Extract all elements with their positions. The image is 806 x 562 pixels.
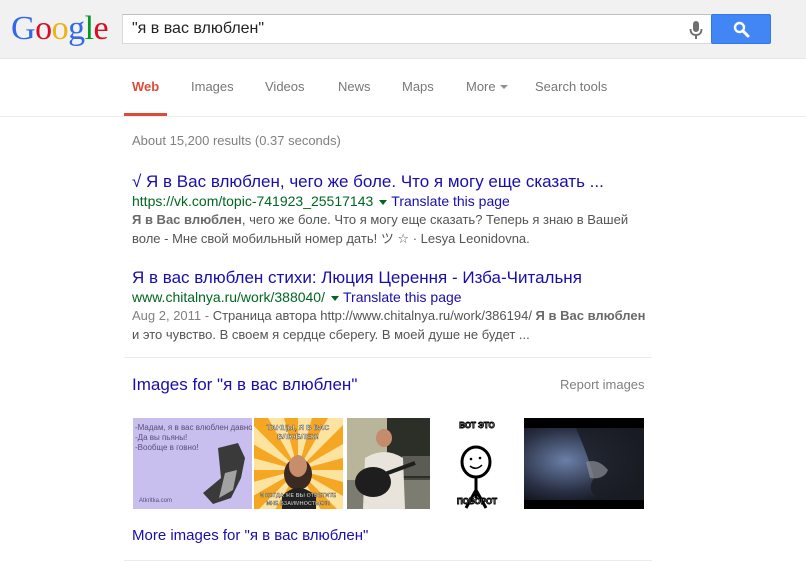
thumb-text: -Да вы пьяны!: [135, 433, 187, 442]
search-result: √ Я в Вас влюблен, чего же боле. Что я м…: [132, 172, 652, 248]
search-button[interactable]: [711, 14, 771, 44]
microphone-icon[interactable]: [689, 20, 703, 40]
result-date: Aug 2, 2011 -: [132, 308, 213, 323]
image-thumbnail[interactable]: -Мадам, я в вас влюблен давно -Да вы пья…: [133, 418, 252, 509]
logo-letter: G: [11, 10, 36, 47]
logo-letter: l: [84, 10, 94, 47]
svg-text:ВЛЮБЛЕН!: ВЛЮБЛЕН!: [277, 432, 319, 441]
logo-letter: e: [93, 10, 109, 47]
header-bar: Google: [0, 0, 806, 59]
divider: [124, 560, 652, 561]
image-thumbnail[interactable]: [347, 418, 430, 509]
snippet-text: и это чувство. В своем я сердце сберегу.…: [132, 327, 530, 342]
tab-videos[interactable]: Videos: [265, 79, 305, 94]
tab-news[interactable]: News: [338, 79, 371, 94]
result-url-line: https://vk.com/topic-741923_25517143 Tran…: [132, 192, 652, 210]
tab-images[interactable]: Images: [191, 79, 234, 94]
translate-link[interactable]: Translate this page: [343, 289, 462, 305]
result-url: https://vk.com/topic-741923_25517143: [132, 193, 374, 209]
tab-more[interactable]: More: [466, 79, 508, 94]
google-logo[interactable]: Google: [11, 10, 109, 47]
search-result: Я в вас влюблен стихи: Люция Церення - И…: [132, 268, 652, 344]
thumb-text: -Мадам, я в вас влюблен давно: [135, 423, 252, 432]
translate-link[interactable]: Translate this page: [391, 193, 510, 209]
url-options-caret-icon[interactable]: [331, 295, 339, 301]
active-tab-indicator: [124, 113, 167, 116]
divider: [124, 357, 652, 358]
result-stats: About 15,200 results (0.37 seconds): [132, 133, 341, 148]
tab-search-tools[interactable]: Search tools: [535, 79, 607, 94]
report-images-link[interactable]: Report images: [560, 377, 645, 392]
thumb-footer: Atkritka.com: [139, 498, 172, 504]
result-title-link[interactable]: Я в вас влюблен стихи: Люция Церення - И…: [132, 268, 652, 288]
thumb-text: ПОВОРОТ: [457, 497, 497, 506]
logo-letter: o: [51, 10, 69, 47]
search-icon: [733, 21, 750, 38]
result-snippet: Я в Вас влюблен, чего же боле. Что я мог…: [132, 210, 647, 248]
image-thumbnail[interactable]: ТАНЦЫ, Я В ВАС ВЛЮБЛЕН! И КОГДА ЖЕ ВЫ ОТ…: [254, 418, 343, 509]
search-tabs: Web Images Videos News Maps More Search …: [0, 59, 806, 117]
url-options-caret-icon[interactable]: [379, 199, 388, 205]
image-thumbnail[interactable]: [524, 418, 644, 509]
snippet-text: Страница автора http://www.chitalnya.ru/…: [212, 308, 536, 323]
result-url-line: www.chitalnya.ru/work/388040/Translate t…: [132, 288, 652, 306]
thumb-text: ВОТ ЭТО: [459, 421, 495, 430]
snippet-highlight: Я в Вас влюблен: [132, 212, 242, 227]
tab-maps[interactable]: Maps: [402, 79, 434, 94]
thumb-text: -Вообще в говно!: [135, 443, 199, 452]
more-images-link[interactable]: More images for "я в вас влюблен": [132, 527, 368, 544]
result-title-link[interactable]: √ Я в Вас влюблен, чего же боле. Что я м…: [132, 172, 652, 192]
images-section-header[interactable]: Images for "я в вас влюблен": [132, 375, 357, 395]
logo-letter: g: [68, 10, 85, 47]
tab-more-label: More: [466, 79, 496, 94]
result-snippet: Aug 2, 2011 - Страница автора http://www…: [132, 306, 647, 344]
result-url: www.chitalnya.ru/work/388040/: [132, 289, 325, 305]
logo-letter: o: [35, 10, 52, 47]
svg-text:МНЕ ВЗАИМНОСТЬЮ?!: МНЕ ВЗАИМНОСТЬЮ?!: [266, 501, 330, 507]
tab-web[interactable]: Web: [132, 79, 159, 94]
snippet-highlight: Я в Вас влюблен: [535, 308, 646, 323]
image-thumbnail[interactable]: ВОТ ЭТО ПОВОРОТ: [440, 418, 521, 509]
chevron-down-icon: [499, 84, 508, 89]
search-box[interactable]: [122, 14, 712, 44]
svg-text:И КОГДА ЖЕ ВЫ ОТВЕТИТЕ: И КОГДА ЖЕ ВЫ ОТВЕТИТЕ: [260, 493, 337, 499]
svg-text:ТАНЦЫ, Я В ВАС: ТАНЦЫ, Я В ВАС: [267, 423, 330, 432]
search-input[interactable]: [132, 15, 672, 43]
